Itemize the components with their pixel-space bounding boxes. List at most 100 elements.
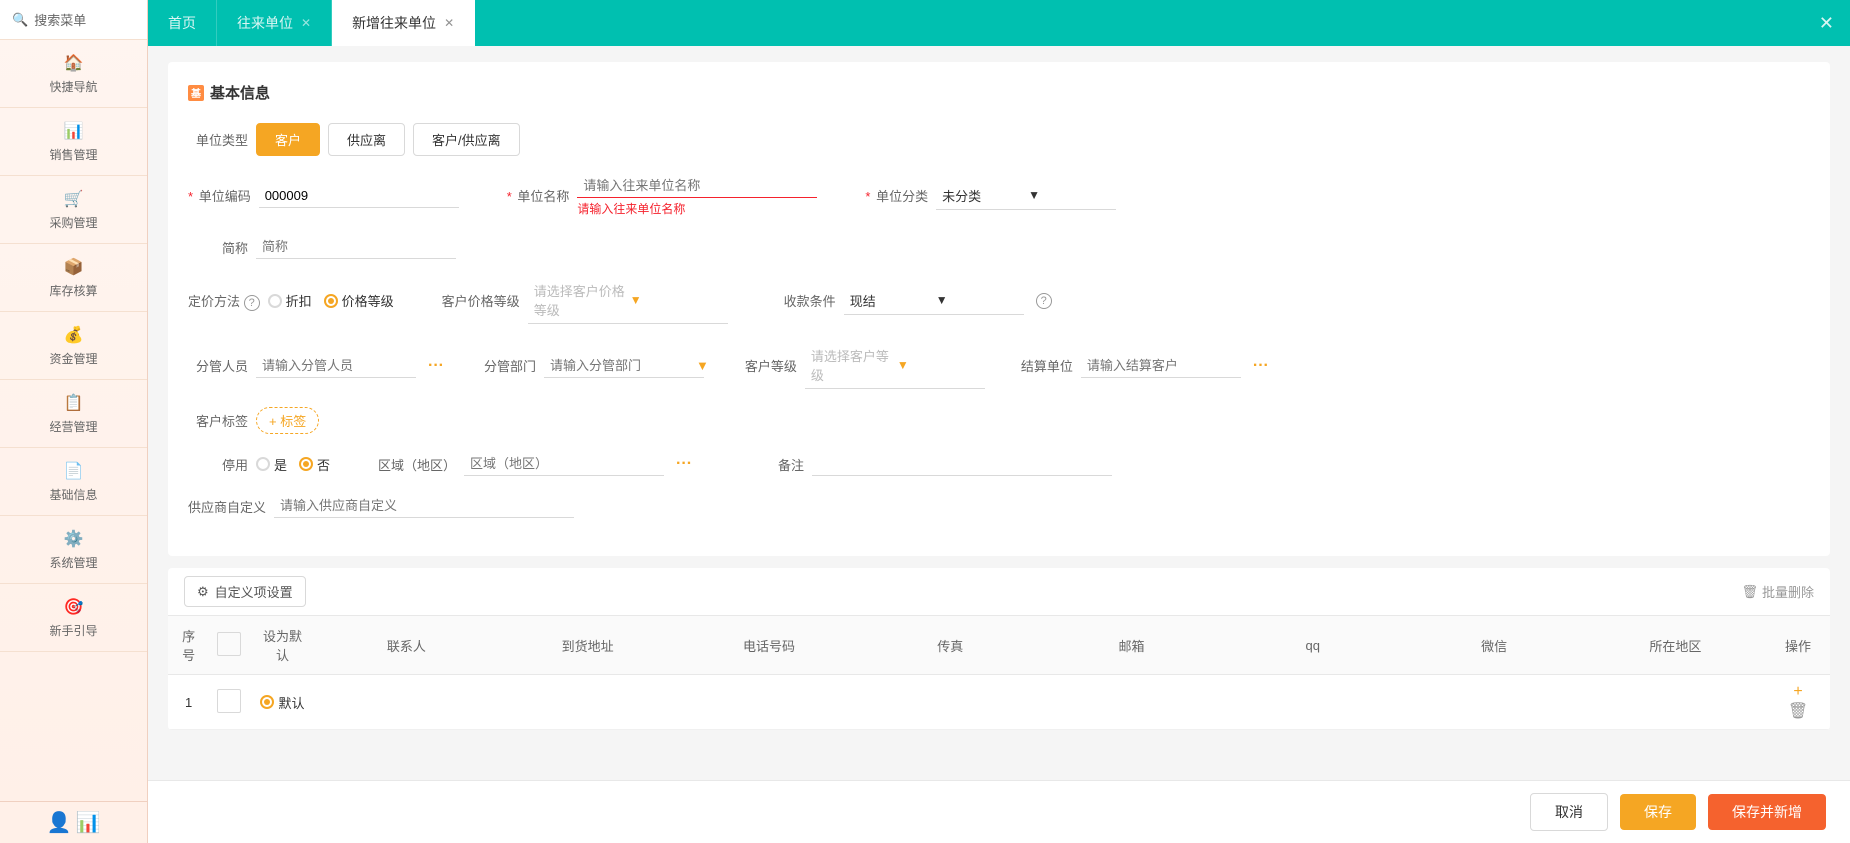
region-more-btn[interactable]: ··· (672, 455, 696, 473)
disabled-radio-group: 是 否 (256, 455, 330, 474)
manager-input[interactable] (256, 354, 416, 378)
unit-type-row: 单位类型 客户 供应离 客户/供应离 (188, 123, 1810, 156)
manager-more-btn[interactable]: ··· (424, 357, 448, 375)
unit-code-label: * 单位编码 (188, 186, 251, 205)
default-radio[interactable]: 默认 (257, 693, 308, 712)
tab-partners[interactable]: 往来单位 ✕ (217, 0, 332, 46)
sidebar-item-purchase[interactable]: 🛒 采购管理 (0, 176, 147, 244)
sidebar-item-quick-nav[interactable]: 🏠 快捷导航 (0, 40, 147, 108)
select-all-checkbox[interactable] (217, 632, 241, 656)
tab-new-partner-label: 新增往来单位 (352, 13, 436, 33)
cell-qq[interactable] (1222, 675, 1403, 730)
cell-email[interactable] (1041, 675, 1222, 730)
unit-category-field: * 单位分类 未分类 ▼ (865, 182, 1116, 210)
settlement-input[interactable] (1081, 354, 1241, 378)
cell-phone[interactable] (678, 675, 859, 730)
contact-input[interactable] (324, 695, 489, 710)
wechat-input[interactable] (1411, 695, 1576, 710)
unit-type-both[interactable]: 客户/供应离 (413, 123, 520, 156)
fax-input[interactable] (868, 695, 1033, 710)
main-area: 首页 往来单位 ✕ 新增往来单位 ✕ ✕ 基 基本信息 (148, 0, 1850, 843)
sidebar-item-operation[interactable]: 📋 经营管理 (0, 380, 147, 448)
system-icon: ⚙️ (63, 528, 85, 550)
cell-contact[interactable] (316, 675, 497, 730)
sidebar-item-sales[interactable]: 📊 销售管理 (0, 108, 147, 176)
close-all-button[interactable]: ✕ (1803, 0, 1850, 46)
unit-type-customer[interactable]: 客户 (256, 123, 320, 156)
payment-question-icon[interactable]: ? (1036, 293, 1052, 309)
disabled-label: 停用 (188, 455, 248, 474)
batch-delete-button[interactable]: 🗑 批量删除 (1741, 582, 1814, 601)
customer-price-level-label: 客户价格等级 (442, 291, 520, 310)
short-name-label: 简称 (188, 238, 248, 257)
department-input[interactable] (544, 354, 704, 378)
unit-type-supplier[interactable]: 供应离 (328, 123, 405, 156)
disabled-yes-radio[interactable]: 是 (256, 455, 287, 474)
cancel-button[interactable]: 取消 (1530, 793, 1608, 831)
supplier-custom-row: 供应商自定义 (188, 494, 1810, 518)
save-new-button[interactable]: 保存并新增 (1708, 794, 1826, 830)
phone-input[interactable] (686, 695, 851, 710)
qq-input[interactable] (1230, 695, 1395, 710)
home-icon: 🏠 (63, 52, 85, 74)
pricing-radio-price-level[interactable]: 价格等级 (324, 291, 394, 310)
disabled-yes-circle (256, 457, 270, 471)
unit-code-input[interactable] (259, 184, 459, 208)
save-button[interactable]: 保存 (1620, 794, 1696, 830)
cell-fax[interactable] (860, 675, 1041, 730)
sidebar-item-finance[interactable]: 💰 资金管理 (0, 312, 147, 380)
pricing-radio-discount[interactable]: 折扣 (268, 291, 312, 310)
tab-partners-close[interactable]: ✕ (301, 16, 311, 30)
unit-name-input[interactable] (577, 174, 817, 198)
tab-new-partner[interactable]: 新增往来单位 ✕ (332, 0, 475, 46)
address-input[interactable] (505, 695, 670, 710)
payment-arrow-icon: ▼ (936, 293, 1018, 307)
sidebar-item-label: 基础信息 (49, 486, 97, 503)
sidebar-search-label: 搜索菜单 (34, 10, 86, 29)
email-input[interactable] (1049, 695, 1214, 710)
sidebar-item-guide[interactable]: 🎯 新手引导 (0, 584, 147, 652)
customer-price-level-select[interactable]: 请选择客户价格等级 ▼ (528, 277, 728, 324)
close-all-icon: ✕ (1819, 13, 1834, 34)
supplier-custom-input[interactable] (274, 494, 574, 518)
region-table-input[interactable] (1593, 695, 1758, 710)
cell-address[interactable] (497, 675, 678, 730)
disabled-field: 停用 是 否 (188, 455, 330, 474)
tab-new-partner-close[interactable]: ✕ (444, 16, 454, 30)
sidebar-bottom-icon2[interactable]: 📊 (76, 810, 101, 835)
region-input[interactable] (464, 452, 664, 476)
manager-field: 分管人员 ··· (188, 354, 448, 378)
sidebar-search[interactable]: 🔍 搜索菜单 (0, 0, 147, 40)
custom-settings-button[interactable]: ⚙ 自定义项设置 (184, 576, 306, 607)
pricing-question-icon[interactable]: ? (244, 295, 260, 311)
row-delete-btn[interactable]: 🗑 (1784, 703, 1812, 720)
payment-terms-select[interactable]: 现结 ▼ (844, 287, 1024, 315)
sidebar-bottom-icon1[interactable]: 👤 (47, 810, 72, 835)
customer-level-label: 客户等级 (737, 356, 797, 375)
unit-category-select[interactable]: 未分类 ▼ (936, 182, 1116, 210)
row-checkbox[interactable] (217, 689, 241, 713)
remark-input[interactable] (812, 452, 1112, 476)
search-icon: 🔍 (12, 12, 28, 28)
sidebar-bottom: 👤 📊 (0, 801, 147, 843)
short-name-input[interactable] (256, 235, 456, 259)
table-toolbar: ⚙ 自定义项设置 🗑 批量删除 (168, 568, 1830, 615)
cell-region[interactable] (1585, 675, 1766, 730)
disabled-no-radio[interactable]: 否 (299, 455, 330, 474)
unit-code-field: * 单位编码 (188, 184, 459, 208)
sidebar-item-system[interactable]: ⚙️ 系统管理 (0, 516, 147, 584)
col-region: 所在地区 (1585, 616, 1766, 675)
row-add-btn[interactable]: + (1789, 683, 1806, 700)
payment-terms-field: 收款条件 现结 ▼ ? (776, 287, 1052, 315)
sidebar-item-inventory[interactable]: 📦 库存核算 (0, 244, 147, 312)
settlement-more-btn[interactable]: ··· (1249, 357, 1273, 375)
tag-add-button[interactable]: + 标签 (256, 407, 319, 434)
customer-level-select[interactable]: 请选择客户等级 ▼ (805, 342, 985, 389)
sidebar-item-basic[interactable]: 📄 基础信息 (0, 448, 147, 516)
cell-wechat[interactable] (1403, 675, 1584, 730)
cell-default: 默认 (249, 675, 316, 730)
tab-home[interactable]: 首页 (148, 0, 217, 46)
sidebar-item-label: 采购管理 (49, 214, 97, 231)
cell-checkbox[interactable] (209, 675, 249, 730)
short-name-row: 简称 (188, 235, 1810, 259)
